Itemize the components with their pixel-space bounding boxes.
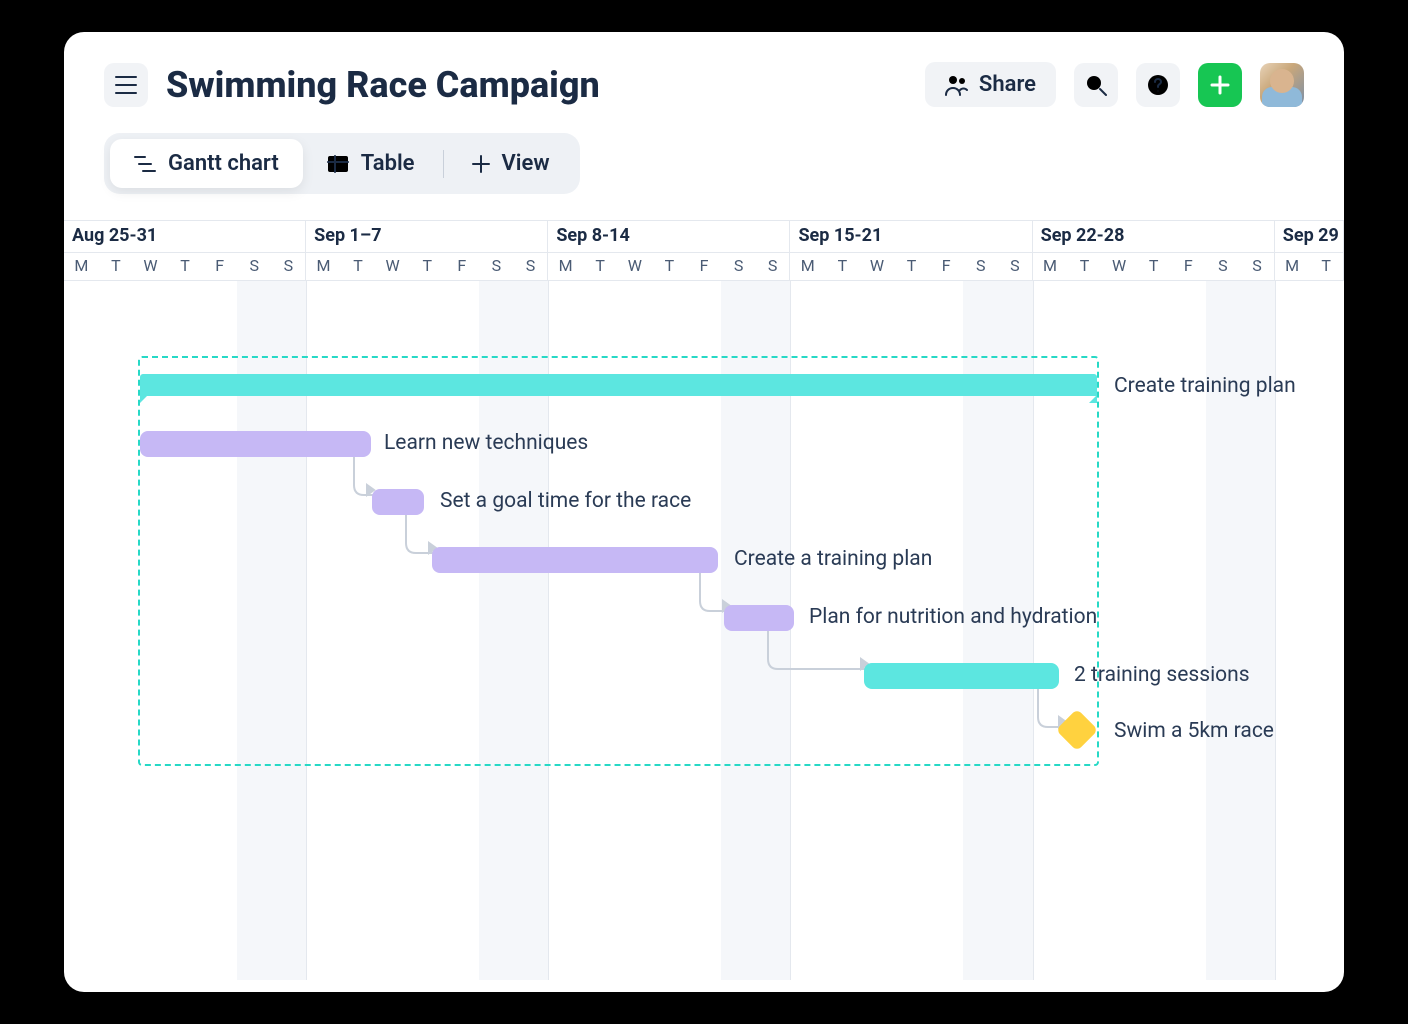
share-label: Share — [979, 72, 1036, 97]
day-cell: S — [1240, 253, 1275, 280]
task-label: Create a training plan — [734, 547, 932, 571]
view-tabs: Gantt chart Table View — [104, 133, 580, 194]
timeline[interactable]: Aug 25-31Sep 1–7Sep 8-14Sep 15-21Sep 22-… — [64, 220, 1344, 980]
phase-label: Create training plan — [1114, 374, 1296, 398]
tab-divider — [443, 150, 444, 178]
day-cell: T — [168, 253, 203, 280]
day-cell: F — [445, 253, 480, 280]
day-cell: S — [237, 253, 272, 280]
share-button[interactable]: Share — [925, 62, 1056, 107]
day-cell: T — [99, 253, 134, 280]
day-cell: T — [825, 253, 860, 280]
day-cell: S — [963, 253, 998, 280]
connector — [758, 631, 878, 681]
day-cell: S — [514, 253, 549, 280]
task-label: 2 training sessions — [1074, 663, 1250, 687]
search-icon — [1085, 74, 1107, 96]
task-label: Set a goal time for the race — [440, 489, 691, 513]
app-window: Swimming Race Campaign Share Gantt chart — [64, 32, 1344, 992]
gantt-area: Create training plan Learn new technique… — [64, 281, 1344, 980]
phase-bar[interactable] — [140, 374, 1097, 396]
help-icon — [1146, 73, 1170, 97]
people-icon — [945, 74, 969, 96]
week-header: Sep 1–7 — [306, 221, 548, 252]
day-cell: F — [929, 253, 964, 280]
search-button[interactable] — [1074, 63, 1118, 107]
day-cell: F — [1171, 253, 1206, 280]
task-bar-plan[interactable] — [432, 547, 718, 573]
day-cell: T — [652, 253, 687, 280]
page-title: Swimming Race Campaign — [166, 64, 600, 106]
day-cell: M — [64, 253, 99, 280]
table-icon — [327, 155, 349, 173]
tab-gantt-label: Gantt chart — [168, 151, 279, 176]
week-header: Sep 29 — [1275, 221, 1344, 252]
day-cell: M — [790, 253, 825, 280]
day-cell: T — [1309, 253, 1344, 280]
main-menu-button[interactable] — [104, 63, 148, 107]
day-cell: T — [1136, 253, 1171, 280]
day-cell: T — [1067, 253, 1102, 280]
plus-icon — [472, 155, 490, 173]
day-cell: M — [1275, 253, 1310, 280]
day-cell: W — [133, 253, 168, 280]
day-cell: W — [375, 253, 410, 280]
day-cell: W — [860, 253, 895, 280]
day-cell: F — [202, 253, 237, 280]
tab-table[interactable]: Table — [303, 139, 439, 188]
help-button[interactable] — [1136, 63, 1180, 107]
week-header: Sep 22-28 — [1033, 221, 1275, 252]
day-cell: F — [687, 253, 722, 280]
avatar[interactable] — [1260, 63, 1304, 107]
week-headers: Aug 25-31Sep 1–7Sep 8-14Sep 15-21Sep 22-… — [64, 221, 1344, 253]
week-header: Sep 15-21 — [790, 221, 1032, 252]
day-cell: T — [894, 253, 929, 280]
gantt-icon — [134, 154, 156, 174]
tab-table-label: Table — [361, 151, 415, 176]
task-label: Swim a 5km race — [1114, 719, 1274, 743]
task-label: Learn new techniques — [384, 431, 588, 455]
day-cell: S — [479, 253, 514, 280]
day-cell: S — [1206, 253, 1241, 280]
task-bar-sessions[interactable] — [864, 663, 1059, 689]
tab-gantt[interactable]: Gantt chart — [110, 139, 303, 188]
tab-view-label: View — [502, 151, 550, 176]
day-cell: M — [548, 253, 583, 280]
week-header: Aug 25-31 — [64, 221, 306, 252]
add-button[interactable] — [1198, 63, 1242, 107]
day-cell: S — [998, 253, 1033, 280]
day-cell: M — [1033, 253, 1068, 280]
day-cell: T — [341, 253, 376, 280]
task-bar-learn[interactable] — [140, 431, 371, 457]
day-cell: T — [583, 253, 618, 280]
day-cell: M — [306, 253, 341, 280]
plus-icon — [1210, 75, 1230, 95]
header: Swimming Race Campaign Share — [64, 32, 1344, 107]
tab-add-view[interactable]: View — [448, 139, 574, 188]
day-cell: W — [618, 253, 653, 280]
menu-icon — [115, 76, 137, 94]
day-cell: T — [410, 253, 445, 280]
task-label: Plan for nutrition and hydration — [809, 605, 1097, 629]
day-cell: S — [721, 253, 756, 280]
day-cell: S — [756, 253, 791, 280]
day-row: MTWTFSSMTWTFSSMTWTFSSMTWTFSSMTWTFSSMT — [64, 253, 1344, 281]
day-cell: W — [1102, 253, 1137, 280]
task-bar-goal[interactable] — [372, 489, 424, 515]
task-bar-nutrition[interactable] — [724, 605, 794, 631]
day-cell: S — [272, 253, 307, 280]
week-header: Sep 8-14 — [548, 221, 790, 252]
